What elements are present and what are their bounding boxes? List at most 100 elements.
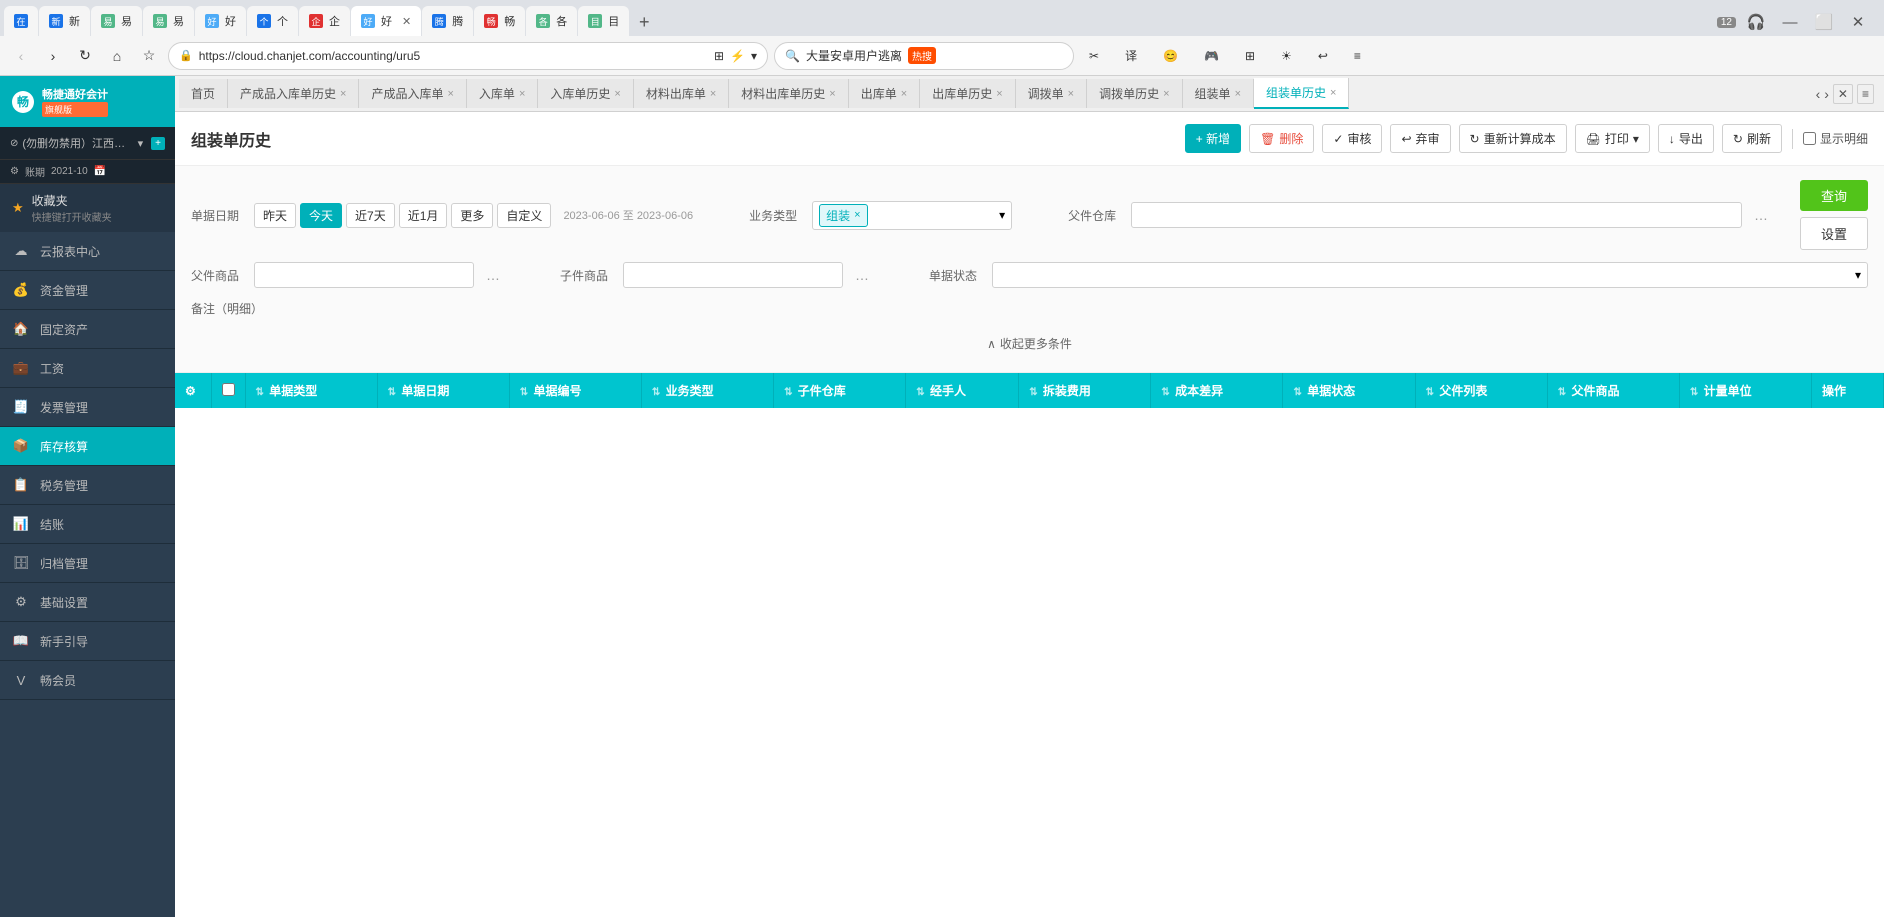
page-tab-wih-close[interactable]: × bbox=[614, 88, 620, 100]
sidebar-item-fixed-assets[interactable]: 🏠 固定资产 bbox=[0, 310, 175, 349]
page-tab-warehouse-in[interactable]: 入库单 × bbox=[467, 79, 538, 108]
page-tab-ah-close[interactable]: × bbox=[1330, 87, 1336, 99]
close-button[interactable]: ✕ bbox=[1844, 8, 1872, 36]
scissors-btn[interactable]: ✂ bbox=[1080, 46, 1108, 66]
col-settings[interactable]: ⚙ bbox=[175, 373, 211, 408]
qr-icon[interactable]: ⊞ bbox=[714, 49, 724, 63]
page-tab-wo-close[interactable]: × bbox=[901, 88, 907, 100]
page-tab-th-close[interactable]: × bbox=[1163, 88, 1169, 100]
page-tab-assemble[interactable]: 组装单 × bbox=[1183, 79, 1254, 108]
filter-settings-button[interactable]: 设置 bbox=[1800, 217, 1868, 250]
col-voucher-type[interactable]: ⇅ 单据类型 bbox=[245, 373, 377, 408]
child-goods-input[interactable] bbox=[623, 262, 843, 288]
page-tab-wi-close[interactable]: × bbox=[519, 88, 525, 100]
reload-button[interactable]: ↻ bbox=[72, 43, 98, 69]
business-type-input[interactable]: 组装 × ▾ bbox=[812, 201, 1012, 230]
address-dropdown-icon[interactable]: ▾ bbox=[751, 49, 757, 63]
col-checkbox[interactable] bbox=[211, 373, 245, 408]
col-voucher-no[interactable]: ⇅ 单据编号 bbox=[509, 373, 641, 408]
scroll-left-icon[interactable]: ‹ bbox=[1816, 86, 1821, 102]
tab-item-9[interactable]: 畅 畅 bbox=[474, 6, 525, 36]
abandon-button[interactable]: ↩ 弃审 bbox=[1390, 124, 1450, 153]
show-detail-checkbox-wrapper[interactable]: 显示明细 bbox=[1803, 130, 1868, 147]
page-tab-warehouse-out[interactable]: 出库单 × bbox=[849, 79, 920, 108]
sidebar-item-inventory[interactable]: 📦 库存核算 bbox=[0, 427, 175, 466]
tab-item-7[interactable]: 好 好 ✕ bbox=[351, 6, 421, 36]
parent-goods-input[interactable] bbox=[254, 262, 474, 288]
page-tab-warehouse-out-history[interactable]: 出库单历史 × bbox=[920, 79, 1015, 108]
sidebar-item-settings[interactable]: ⚙ 基础设置 bbox=[0, 583, 175, 622]
page-tab-home[interactable]: 首页 bbox=[179, 79, 228, 108]
home-button[interactable]: ⌂ bbox=[104, 43, 130, 69]
sidebar-item-cloud-reports[interactable]: ☁ 云报表中心 bbox=[0, 232, 175, 271]
minimize-button[interactable]: — bbox=[1776, 8, 1804, 36]
page-tab-woh-close[interactable]: × bbox=[996, 88, 1002, 100]
sidebar-item-funds[interactable]: 💰 资金管理 bbox=[0, 271, 175, 310]
page-tab-warehouse-in-history[interactable]: 入库单历史 × bbox=[538, 79, 633, 108]
sidebar-item-accounting[interactable]: 📊 结账 bbox=[0, 505, 175, 544]
recalculate-button[interactable]: ↻ 重新计算成本 bbox=[1459, 124, 1567, 153]
translate-btn[interactable]: 译 bbox=[1116, 44, 1146, 67]
tab-item-2[interactable]: 易 易 bbox=[91, 6, 142, 36]
page-tab-transfer-history[interactable]: 调拨单历史 × bbox=[1087, 79, 1182, 108]
business-type-dropdown[interactable]: ▾ bbox=[999, 208, 1005, 222]
col-handler[interactable]: ⇅ 经手人 bbox=[906, 373, 1019, 408]
voucher-status-dropdown[interactable]: ▾ bbox=[992, 262, 1868, 288]
page-tab-mo-close[interactable]: × bbox=[710, 88, 716, 100]
page-tab-moh-close[interactable]: × bbox=[829, 88, 835, 100]
settings-icon[interactable]: ⚙ bbox=[10, 166, 19, 177]
page-tab-transfer[interactable]: 调拨单 × bbox=[1016, 79, 1087, 108]
back-button[interactable]: ‹ bbox=[8, 43, 34, 69]
col-business-type[interactable]: ⇅ 业务类型 bbox=[641, 373, 773, 408]
sidebar-item-wages[interactable]: 💼 工资 bbox=[0, 349, 175, 388]
page-tab-transfer-close[interactable]: × bbox=[1068, 88, 1074, 100]
scroll-right-icon[interactable]: › bbox=[1824, 86, 1829, 102]
tab-options-button[interactable]: ≡ bbox=[1857, 84, 1874, 104]
child-goods-ellipsis[interactable]: … bbox=[851, 267, 873, 283]
address-bar[interactable]: 🔒 https://cloud.chanjet.com/accounting/u… bbox=[168, 42, 768, 70]
sidebar-item-vip[interactable]: V 畅会员 bbox=[0, 661, 175, 700]
tab-item-11[interactable]: 目 目 bbox=[578, 6, 629, 36]
settings-col-icon[interactable]: ⚙ bbox=[185, 384, 196, 398]
tab-item-0[interactable]: 在 bbox=[4, 6, 38, 36]
forward-button[interactable]: › bbox=[40, 43, 66, 69]
col-voucher-date[interactable]: ⇅ 单据日期 bbox=[377, 373, 509, 408]
collapse-button[interactable]: ∧ 收起更多条件 bbox=[981, 329, 1078, 358]
menu-btn[interactable]: ≡ bbox=[1345, 46, 1370, 66]
col-parent-goods[interactable]: ⇅ 父件商品 bbox=[1547, 373, 1679, 408]
game-btn[interactable]: 🎮 bbox=[1195, 46, 1228, 66]
page-tab-assemble-close[interactable]: × bbox=[1235, 88, 1241, 100]
tab-item-10[interactable]: 各 各 bbox=[526, 6, 577, 36]
bookmark-button[interactable]: ☆ bbox=[136, 43, 162, 69]
sidebar-item-guide[interactable]: 📖 新手引导 bbox=[0, 622, 175, 661]
tab-item-5[interactable]: 个 个 bbox=[247, 6, 298, 36]
print-button[interactable]: 🖨 打印 ▾ bbox=[1575, 124, 1650, 153]
col-parent-list[interactable]: ⇅ 父件列表 bbox=[1415, 373, 1547, 408]
page-tab-finished-goods-history[interactable]: 产成品入库单历史 × bbox=[228, 79, 359, 108]
parent-goods-ellipsis[interactable]: … bbox=[482, 267, 504, 283]
tab-item-3[interactable]: 易 易 bbox=[143, 6, 194, 36]
print-dropdown-icon[interactable]: ▾ bbox=[1633, 132, 1639, 146]
tab-item-1[interactable]: 新 新 bbox=[39, 6, 90, 36]
parent-warehouse-input[interactable] bbox=[1131, 202, 1742, 228]
delete-button[interactable]: 🗑 删除 bbox=[1249, 124, 1314, 153]
page-tab-finished-goods[interactable]: 产成品入库单 × bbox=[359, 79, 466, 108]
page-tab-fg-close[interactable]: × bbox=[447, 88, 453, 100]
date-btn-today[interactable]: 今天 bbox=[300, 203, 342, 228]
page-tab-material-out[interactable]: 材料出库单 × bbox=[634, 79, 729, 108]
date-btn-yesterday[interactable]: 昨天 bbox=[254, 203, 296, 228]
business-type-remove[interactable]: × bbox=[854, 209, 860, 221]
company-selector[interactable]: ⊘ (勿删勿禁用）江西服宝测试专用 ▾ + bbox=[0, 127, 175, 160]
query-button[interactable]: 查询 bbox=[1800, 180, 1868, 211]
add-button[interactable]: + 新增 bbox=[1185, 124, 1241, 153]
close-all-button[interactable]: ✕ bbox=[1833, 84, 1853, 104]
undo-btn[interactable]: ↩ bbox=[1309, 46, 1337, 66]
col-assembly-fee[interactable]: ⇅ 拆装费用 bbox=[1019, 373, 1151, 408]
maximize-button[interactable]: ⬜ bbox=[1810, 8, 1838, 36]
emoji-btn[interactable]: 😊 bbox=[1154, 46, 1187, 66]
select-all-checkbox[interactable] bbox=[222, 383, 235, 396]
tab-item-6[interactable]: 企 企 bbox=[299, 6, 350, 36]
new-tab-button[interactable]: + bbox=[630, 8, 658, 36]
date-btn-more[interactable]: 更多 bbox=[451, 203, 493, 228]
sidebar-item-archive[interactable]: 🗄 归档管理 bbox=[0, 544, 175, 583]
